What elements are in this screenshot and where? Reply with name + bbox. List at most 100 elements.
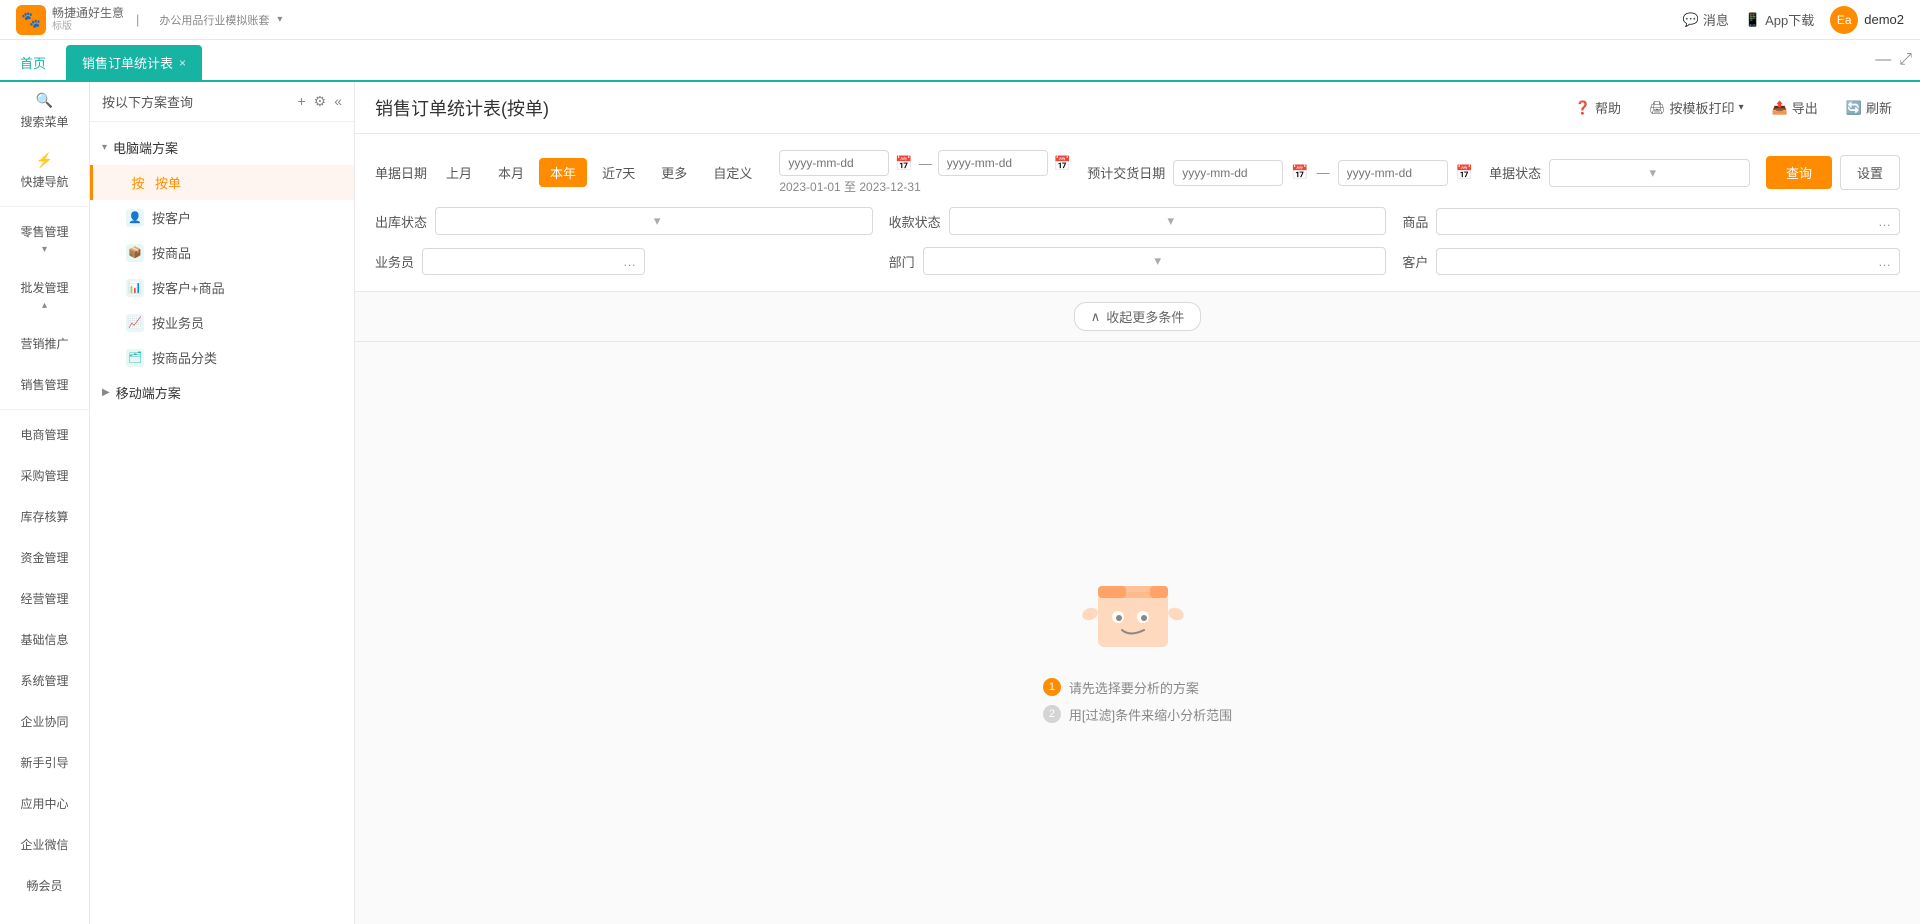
tree-item-by-category[interactable]: 🗂 按商品分类 (90, 340, 354, 375)
date-tab-custom[interactable]: 自定义 (702, 158, 763, 187)
scheme-settings-btn[interactable]: ⚙ (314, 93, 327, 110)
hint-text-2: 用[过滤]条件来缩小分析范围 (1069, 705, 1232, 724)
sidebar-item-appstore[interactable]: 应用中心 (0, 783, 89, 824)
collapse-conditions-btn[interactable]: ∧ 收起更多条件 (1074, 302, 1202, 331)
add-scheme-btn[interactable]: + (297, 93, 305, 110)
tree-item-by-product[interactable]: 📦 按商品 (90, 235, 354, 270)
sidebar-item-system[interactable]: 系统管理 (0, 660, 89, 701)
expected-date-label: 预计交货日期 (1087, 163, 1165, 182)
sidebar-item-inventory[interactable]: 库存核算 (0, 496, 89, 537)
print-btn[interactable]: 🖨 按模板打印 ▾ (1641, 94, 1752, 121)
expected-date-to-input[interactable] (1338, 160, 1448, 186)
date-from-cal-icon[interactable]: 📅 (895, 155, 912, 172)
content-area: 按以下方案查询 + ⚙ « ▾ 电脑端方案 按 按单 (90, 82, 1920, 924)
filter-row-3: 业务员 … 部门 ▾ 客户 (375, 247, 1900, 275)
tree-item-by-customer[interactable]: 👤 按客户 (90, 200, 354, 235)
department-arrow: ▾ (1155, 253, 1376, 269)
salesperson-input-wrap: … (422, 248, 645, 275)
sidebar-item-newbie[interactable]: 新手引导 (0, 742, 89, 783)
goods-dots-btn[interactable]: … (1870, 209, 1899, 234)
date-to-input[interactable] (938, 150, 1048, 176)
date-from-input[interactable] (779, 150, 889, 176)
date-tab-last-month[interactable]: 上月 (435, 158, 483, 187)
help-btn[interactable]: ❓ 帮助 (1567, 94, 1629, 121)
sidebar-item-purchase[interactable]: 采购管理 (0, 455, 89, 496)
app-dropdown-arrow[interactable]: ▾ (277, 14, 282, 25)
sidebar-search[interactable]: 🔍 搜索菜单 (0, 82, 89, 140)
sidebar-quick-nav[interactable]: ⚡ 快捷导航 (0, 140, 89, 202)
logo-icon: 🐾 (16, 5, 46, 35)
sidebar-divider-2 (0, 409, 89, 410)
payment-status-section: 收款状态 ▾ (889, 207, 1387, 235)
date-label: 单据日期 (375, 163, 427, 182)
status-select[interactable]: ▾ (1549, 159, 1750, 187)
tree-group-mobile: ▶ 移动端方案 (90, 375, 354, 410)
sidebar-item-basic[interactable]: 基础信息 (0, 619, 89, 660)
date-tab-7days[interactable]: 近7天 (591, 158, 646, 187)
query-btn[interactable]: 查询 (1766, 156, 1832, 189)
sidebar-item-finance[interactable]: 资金管理 (0, 537, 89, 578)
export-btn[interactable]: 📤 导出 (1764, 94, 1826, 121)
sidebar-item-wechat[interactable]: 企业微信 (0, 824, 89, 865)
date-tab-more[interactable]: 更多 (650, 158, 698, 187)
department-select[interactable]: ▾ (923, 247, 1387, 275)
tree-item-by-order[interactable]: 按 按单 (90, 165, 354, 200)
tree-item-by-customer-product[interactable]: 📊 按客户+商品 (90, 270, 354, 305)
logo-name: 畅捷通好生意 (52, 6, 124, 20)
tree-group-pc-header[interactable]: ▾ 电脑端方案 (90, 130, 354, 165)
sidebar-item-ecommerce[interactable]: 电商管理 (0, 414, 89, 455)
date-range-wrapper: 📅 — 📅 2023-01-01 至 2023-12-31 (779, 150, 1071, 195)
sidebar-item-sales[interactable]: 销售管理 (0, 364, 89, 405)
sidebar-item-marketing[interactable]: 营销推广 (0, 323, 89, 364)
nav-icon: ⚡ (36, 152, 53, 169)
app-download-btn[interactable]: 📱 App下载 (1745, 10, 1814, 29)
left-panel: 按以下方案查询 + ⚙ « ▾ 电脑端方案 按 按单 (90, 82, 355, 924)
empty-hint-2: 2 用[过滤]条件来缩小分析范围 (1043, 705, 1232, 724)
sidebar-item-operations[interactable]: 经营管理 (0, 578, 89, 619)
sidebar-item-member[interactable]: 畅会员 (0, 865, 89, 906)
goods-section: 商品 … (1402, 208, 1900, 235)
date-tab-this-year[interactable]: 本年 (539, 158, 587, 187)
salesperson-input[interactable] (423, 249, 615, 274)
date-to-cal-icon[interactable]: 📅 (1054, 155, 1071, 172)
salesperson-label: 业务员 (375, 252, 414, 271)
expected-sep: — (1317, 165, 1330, 180)
salesperson-dots-btn[interactable]: … (615, 249, 644, 274)
date-separator: — (919, 156, 932, 171)
tab-close-icon[interactable]: × (179, 56, 186, 70)
customer-dots-btn[interactable]: … (1870, 249, 1899, 274)
delivery-status-section: 出库状态 ▾ (375, 207, 873, 235)
tab-maximize-btn[interactable]: ⤢ (1899, 51, 1912, 69)
date-tab-this-month[interactable]: 本月 (487, 158, 535, 187)
collapse-icon: ∧ (1091, 309, 1101, 325)
message-btn[interactable]: 💬 消息 (1683, 10, 1729, 29)
tree-group-mobile-header[interactable]: ▶ 移动端方案 (90, 375, 354, 410)
username-label: demo2 (1864, 12, 1904, 27)
collapse-panel-btn[interactable]: « (334, 93, 342, 110)
customer-input[interactable] (1437, 249, 1870, 274)
payment-arrow: ▾ (1168, 213, 1376, 229)
expected-date-from-input[interactable] (1173, 160, 1283, 186)
by-product-label: 按商品 (152, 243, 191, 262)
refresh-btn[interactable]: 🔄 刷新 (1838, 94, 1900, 121)
sidebar-item-wholesale[interactable]: 批发管理 ▴ (0, 267, 89, 323)
user-area[interactable]: Ea demo2 (1830, 6, 1904, 34)
sidebar-item-retail[interactable]: 零售管理 ▾ (0, 211, 89, 267)
tab-minimize-btn[interactable]: — (1875, 51, 1891, 69)
tab-sales-order[interactable]: 销售订单统计表 × (66, 45, 202, 80)
tree-item-by-salesperson[interactable]: 📈 按业务员 (90, 305, 354, 340)
sidebar-item-enterprise[interactable]: 企业协同 (0, 701, 89, 742)
by-customer-product-icon: 📊 (126, 279, 144, 297)
print-arrow: ▾ (1739, 102, 1744, 113)
delivery-status-select[interactable]: ▾ (435, 207, 873, 235)
settings-btn[interactable]: 设置 (1840, 155, 1900, 190)
tab-home[interactable]: 首页 (0, 45, 66, 80)
status-label: 单据状态 (1489, 163, 1541, 182)
goods-input[interactable] (1437, 209, 1870, 234)
payment-status-select[interactable]: ▾ (949, 207, 1387, 235)
search-icon: 🔍 (36, 92, 53, 109)
print-label: 按模板打印 (1670, 98, 1735, 117)
date-filter: 单据日期 上月 本月 本年 近7天 更多 自定义 (375, 158, 763, 187)
expected-to-cal-icon[interactable]: 📅 (1456, 164, 1473, 181)
expected-from-cal-icon[interactable]: 📅 (1291, 164, 1308, 181)
